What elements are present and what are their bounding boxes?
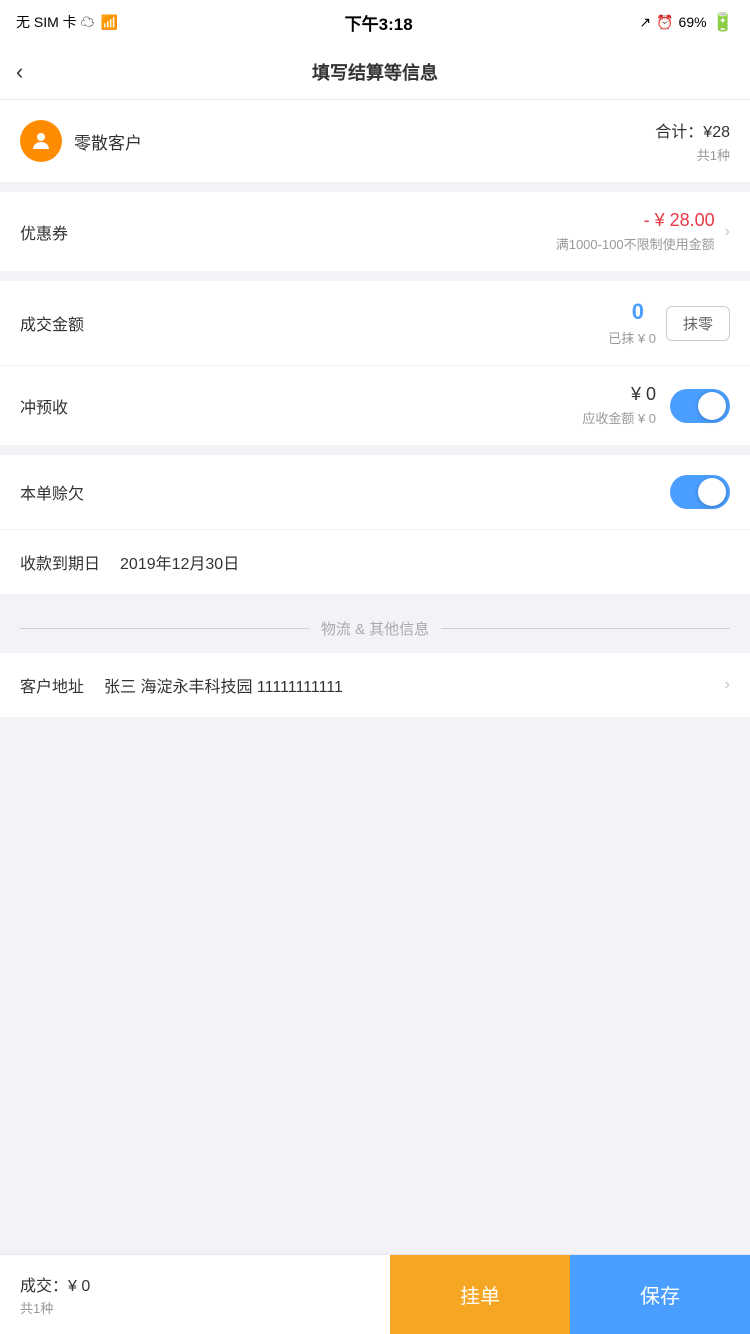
header-line-left (20, 628, 309, 629)
coupon-label: 优惠券 (20, 220, 68, 244)
address-section: 客户地址 张三 海淀永丰科技园 11111111111 › (0, 653, 750, 717)
deal-amount-value: 0 (608, 299, 644, 325)
due-date-row: 收款到期日 2019年12月30日 (0, 529, 750, 594)
address-chevron-icon: › (725, 676, 730, 694)
customer-name: 零散客户 (74, 129, 142, 154)
logistics-header-text: 物流 & 其他信息 (321, 618, 429, 639)
status-right: ↗ ⏰ 69% 🔋 (639, 12, 734, 33)
status-left: 无 SIM 卡 ☁ 📶 (16, 12, 118, 32)
coupon-section: 优惠券 - ¥ 28.00 满1000-100不限制使用金额 › (0, 192, 750, 271)
deal-amount-row: 成交金额 0 已抹 ¥ 0 抹零 (0, 281, 750, 365)
save-button[interactable]: 保存 (570, 1255, 750, 1334)
battery-text: 69% (679, 14, 707, 30)
customer-total: 合计：¥28 共1种 (655, 118, 730, 164)
debt-toggle[interactable] (670, 475, 730, 509)
debt-section: 本单赊欠 收款到期日 2019年12月30日 (0, 455, 750, 594)
deal-amount-right: 0 已抹 ¥ 0 抹零 (608, 299, 730, 347)
coupon-value: - ¥ 28.00 (556, 210, 715, 231)
coupon-right: - ¥ 28.00 满1000-100不限制使用金额 › (556, 210, 730, 253)
battery-icon: 🔋 (712, 12, 734, 33)
page-title: 填写结算等信息 (312, 59, 438, 85)
address-row[interactable]: 客户地址 张三 海淀永丰科技园 11111111111 › (0, 653, 750, 717)
bottom-deal-label: 成交： (20, 1278, 68, 1295)
due-date-label: 收款到期日 (20, 550, 100, 574)
nav-bar: ‹ 填写结算等信息 (0, 44, 750, 100)
prepayment-toggle[interactable] (670, 389, 730, 423)
hang-button[interactable]: 挂单 (390, 1255, 570, 1334)
total-amount: 合计：¥28 (655, 118, 730, 142)
toggle-knob (698, 392, 726, 420)
prepayment-col: ¥ 0 应收金额 ¥ 0 (582, 384, 656, 427)
prepayment-sub: 应收金额 ¥ 0 (582, 408, 656, 427)
total-count: 共1种 (655, 145, 730, 164)
logistics-header: 物流 & 其他信息 (0, 604, 750, 653)
location-icon: ↗ (639, 14, 651, 31)
prepayment-value: ¥ 0 (582, 384, 656, 405)
bottom-deal-text: 成交：¥ 0 (20, 1272, 370, 1296)
bottom-info: 成交：¥ 0 共1种 (0, 1272, 390, 1317)
bottom-count: 共1种 (20, 1298, 370, 1317)
content-area: 零散客户 合计：¥28 共1种 优惠券 - ¥ 28.00 满1000-100不… (0, 100, 750, 817)
deal-amount-sub: 已抹 ¥ 0 (608, 328, 656, 347)
customer-row: 零散客户 合计：¥28 共1种 (0, 100, 750, 182)
deal-amount-label: 成交金额 (20, 311, 84, 335)
round-button[interactable]: 抹零 (666, 306, 730, 341)
status-time: 下午3:18 (345, 10, 413, 35)
chevron-icon: › (725, 223, 730, 241)
deal-amount-col: 0 已抹 ¥ 0 (608, 299, 656, 347)
bottom-bar: 成交：¥ 0 共1种 挂单 保存 (0, 1254, 750, 1334)
prepayment-label: 冲预收 (20, 394, 68, 418)
no-sim-text: 无 SIM 卡 ☁ (16, 12, 95, 32)
due-date-value: 2019年12月30日 (120, 550, 239, 574)
prepayment-row: 冲预收 ¥ 0 应收金额 ¥ 0 (0, 365, 750, 445)
coupon-sub: 满1000-100不限制使用金额 (556, 234, 715, 253)
coupon-right-col: - ¥ 28.00 满1000-100不限制使用金额 (556, 210, 715, 253)
avatar (20, 120, 62, 162)
debt-toggle-knob (698, 478, 726, 506)
address-value: 张三 海淀永丰科技园 11111111111 (104, 673, 725, 697)
customer-section: 零散客户 合计：¥28 共1种 (0, 100, 750, 182)
debt-row: 本单赊欠 (0, 455, 750, 529)
deal-section: 成交金额 0 已抹 ¥ 0 抹零 冲预收 ¥ 0 应收金额 ¥ 0 (0, 281, 750, 445)
coupon-row[interactable]: 优惠券 - ¥ 28.00 满1000-100不限制使用金额 › (0, 192, 750, 271)
header-line-right (441, 628, 730, 629)
back-button[interactable]: ‹ (16, 59, 23, 85)
bottom-deal-value: ¥ 0 (68, 1278, 90, 1295)
alarm-icon: ⏰ (656, 14, 673, 31)
address-label: 客户地址 (20, 673, 84, 697)
debt-label: 本单赊欠 (20, 480, 84, 504)
customer-left: 零散客户 (20, 120, 142, 162)
status-bar: 无 SIM 卡 ☁ 📶 下午3:18 ↗ ⏰ 69% 🔋 (0, 0, 750, 44)
wifi-icon: 📶 (101, 14, 118, 31)
prepayment-right: ¥ 0 应收金额 ¥ 0 (582, 384, 730, 427)
